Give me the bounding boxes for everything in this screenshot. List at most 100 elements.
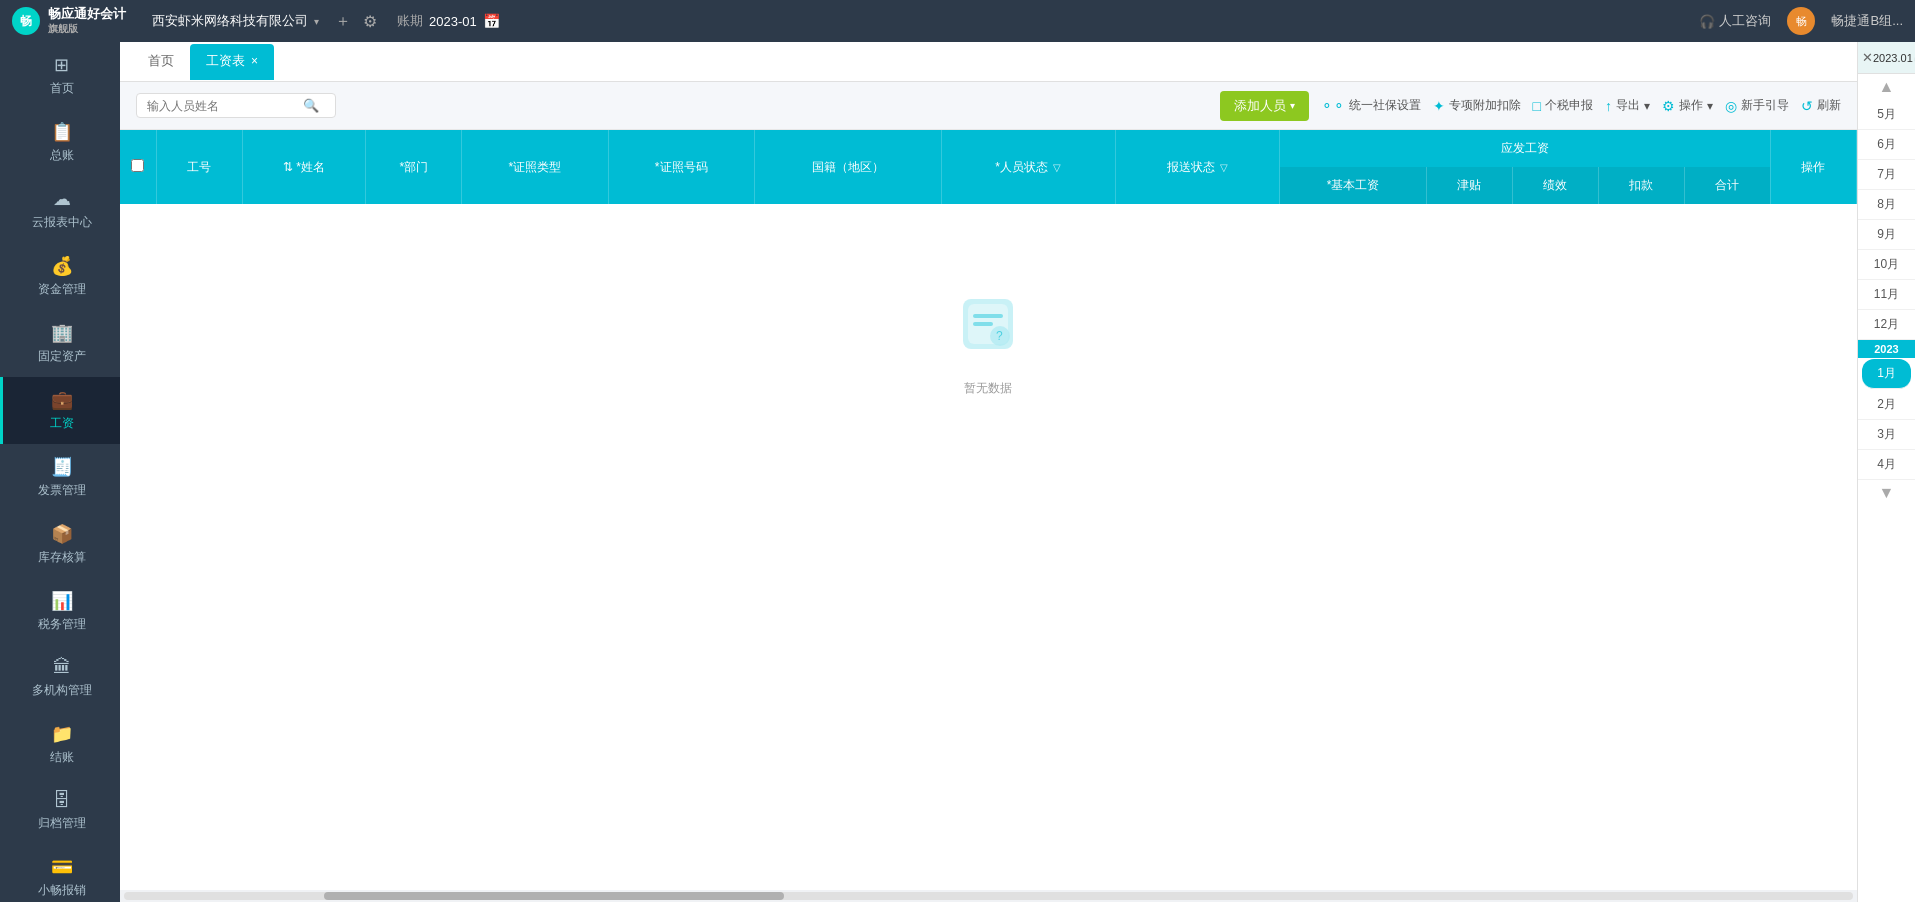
social-security-button[interactable]: ⚬⚬ 统一社保设置 (1321, 97, 1421, 114)
th-checkbox[interactable] (120, 130, 156, 204)
service-button[interactable]: 🎧 人工咨询 (1699, 12, 1771, 30)
sidebar-item-ledger[interactable]: 📋 总账 (0, 109, 120, 176)
th-report-status: 报送状态 ▽ (1115, 130, 1279, 204)
scrollbar-thumb[interactable] (324, 892, 784, 900)
special-deduction-button[interactable]: ✦ 专项附加扣除 (1433, 97, 1521, 114)
tax-report-icon: □ (1533, 98, 1541, 114)
sidebar-item-label: 税务管理 (38, 616, 86, 633)
ledger-icon: 📋 (51, 121, 73, 143)
month-1-2023[interactable]: 1月 (1862, 359, 1911, 389)
salary-table: 工号 ⇅ *姓名 *部门 *证照类型 *证照号码 国籍（地区） *人员状态 ▽ … (120, 130, 1857, 477)
month-11-2022[interactable]: 11月 (1858, 280, 1915, 310)
report-status-filter-icon[interactable]: ▽ (1220, 162, 1228, 173)
toolbar-right: 添加人员 ▾ ⚬⚬ 统一社保设置 ✦ 专项附加扣除 □ 个税申报 ↑ 导出 (1220, 91, 1841, 121)
sidebar-item-label: 工资 (50, 415, 74, 432)
month-6-2022[interactable]: 6月 (1858, 130, 1915, 160)
logo-sub: 旗舰版 (48, 22, 126, 36)
month-3-2023[interactable]: 3月 (1858, 420, 1915, 450)
add-person-dropdown-icon: ▾ (1290, 100, 1295, 111)
select-all-checkbox[interactable] (131, 159, 144, 172)
user-name: 畅捷通B组... (1831, 12, 1903, 30)
guide-button[interactable]: ◎ 新手引导 (1725, 97, 1789, 114)
scroll-down-button[interactable]: ▼ (1858, 480, 1915, 506)
sidebar-item-label: 归档管理 (38, 815, 86, 832)
sidebar-item-cloud-report[interactable]: ☁ 云报表中心 (0, 176, 120, 243)
month-5-2022[interactable]: 5月 (1858, 100, 1915, 130)
svg-rect-3 (973, 322, 993, 326)
expense-icon: 💳 (51, 856, 73, 878)
th-country: 国籍（地区） (754, 130, 941, 204)
search-icon: 🔍 (303, 98, 319, 113)
table-scrollbar[interactable] (120, 890, 1857, 902)
sidebar-item-home[interactable]: ⊞ 首页 (0, 42, 120, 109)
month-9-2022[interactable]: 9月 (1858, 220, 1915, 250)
th-dept: *部门 (366, 130, 462, 204)
tax-report-button[interactable]: □ 个税申报 (1533, 97, 1593, 114)
export-button[interactable]: ↑ 导出 ▾ (1605, 97, 1650, 114)
period-calendar-icon[interactable]: 📅 (483, 13, 500, 29)
sidebar-item-label: 库存核算 (38, 549, 86, 566)
settings-icon[interactable]: ⚙ (363, 12, 377, 31)
sidebar-item-label: 固定资产 (38, 348, 86, 365)
invoice-icon: 🧾 (51, 456, 73, 478)
sidebar-item-inventory[interactable]: 📦 库存核算 (0, 511, 120, 578)
sidebar-item-label: 结账 (50, 749, 74, 766)
status-filter-icon[interactable]: ▽ (1053, 162, 1061, 173)
company-name: 西安虾米网络科技有限公司 (152, 12, 308, 30)
th-total: 合计 (1684, 167, 1770, 204)
company-selector[interactable]: 西安虾米网络科技有限公司 ▾ (152, 12, 319, 30)
headset-icon: 🎧 (1699, 14, 1715, 29)
tab-close-icon[interactable]: × (251, 54, 258, 68)
add-company-icon[interactable]: ＋ (335, 11, 351, 32)
top-actions: ＋ ⚙ (335, 11, 377, 32)
guide-toolbar-icon: ◎ (1725, 98, 1737, 114)
sidebar-item-expense[interactable]: 💳 小畅报销 (0, 844, 120, 902)
special-deduction-label: 专项附加扣除 (1449, 97, 1521, 114)
sidebar-item-invoice[interactable]: 🧾 发票管理 (0, 444, 120, 511)
search-box: 🔍 (136, 93, 336, 118)
chevron-down-icon: ▼ (1879, 484, 1895, 502)
sidebar-item-multi-org[interactable]: 🏛 多机构管理 (0, 645, 120, 711)
scroll-up-button[interactable]: ▲ (1858, 74, 1915, 100)
month-8-2022[interactable]: 8月 (1858, 190, 1915, 220)
month-2-2023[interactable]: 2月 (1858, 390, 1915, 420)
right-panel: ✕ 2023.01 ⤢ ▲ 5月 6月 7月 8月 9月 10月 11月 12月… (1857, 42, 1915, 902)
svg-text:?: ? (996, 329, 1003, 343)
month-4-2023[interactable]: 4月 (1858, 450, 1915, 480)
sidebar-item-tax[interactable]: 📊 税务管理 (0, 578, 120, 645)
add-person-button[interactable]: 添加人员 ▾ (1220, 91, 1309, 121)
month-12-2022[interactable]: 12月 (1858, 310, 1915, 340)
th-deduction: 扣款 (1598, 167, 1684, 204)
export-arrow-icon: ▾ (1644, 99, 1650, 113)
user-avatar[interactable]: 畅 (1787, 7, 1815, 35)
panel-close-icon[interactable]: ✕ (1862, 50, 1873, 65)
refresh-button[interactable]: ↺ 刷新 (1801, 97, 1841, 114)
period-label: 账期 (397, 12, 423, 30)
month-7-2022[interactable]: 7月 (1858, 160, 1915, 190)
content-area: 首页 工资表 × 🔍 添加人员 ▾ ⚬⚬ 统一社保设置 (120, 42, 1857, 902)
month-10-2022[interactable]: 10月 (1858, 250, 1915, 280)
logo: 畅 畅应通好会计 旗舰版 (12, 6, 132, 36)
sidebar-item-salary[interactable]: 💼 工资 (0, 377, 120, 444)
year-2023-label: 2023 (1858, 340, 1915, 358)
sidebar-item-close-account[interactable]: 📁 结账 (0, 711, 120, 778)
sidebar-item-fixed-asset[interactable]: 🏢 固定资产 (0, 310, 120, 377)
sidebar-item-fund[interactable]: 💰 资金管理 (0, 243, 120, 310)
empty-icon: ? (948, 284, 1028, 364)
sidebar-item-archive[interactable]: 🗄 归档管理 (0, 778, 120, 844)
sidebar-item-label: 首页 (50, 80, 74, 97)
tab-bar: 首页 工资表 × (120, 42, 1857, 82)
search-input[interactable] (147, 99, 297, 113)
tab-home[interactable]: 首页 (132, 44, 190, 80)
tab-salary-table[interactable]: 工资表 × (190, 44, 274, 80)
logo-title: 畅应通好会计 (48, 6, 126, 22)
company-dropdown-arrow[interactable]: ▾ (314, 16, 319, 27)
operations-icon: ⚙ (1662, 98, 1675, 114)
th-operations: 操作 (1770, 130, 1856, 204)
operations-button[interactable]: ⚙ 操作 ▾ (1662, 97, 1713, 114)
top-right: 🎧 人工咨询 畅 畅捷通B组... (1699, 7, 1903, 35)
operations-label: 操作 (1679, 97, 1703, 114)
operations-arrow-icon: ▾ (1707, 99, 1713, 113)
empty-state: ? 暂无数据 (120, 204, 1857, 477)
sort-icon: ⇅ (283, 160, 293, 174)
